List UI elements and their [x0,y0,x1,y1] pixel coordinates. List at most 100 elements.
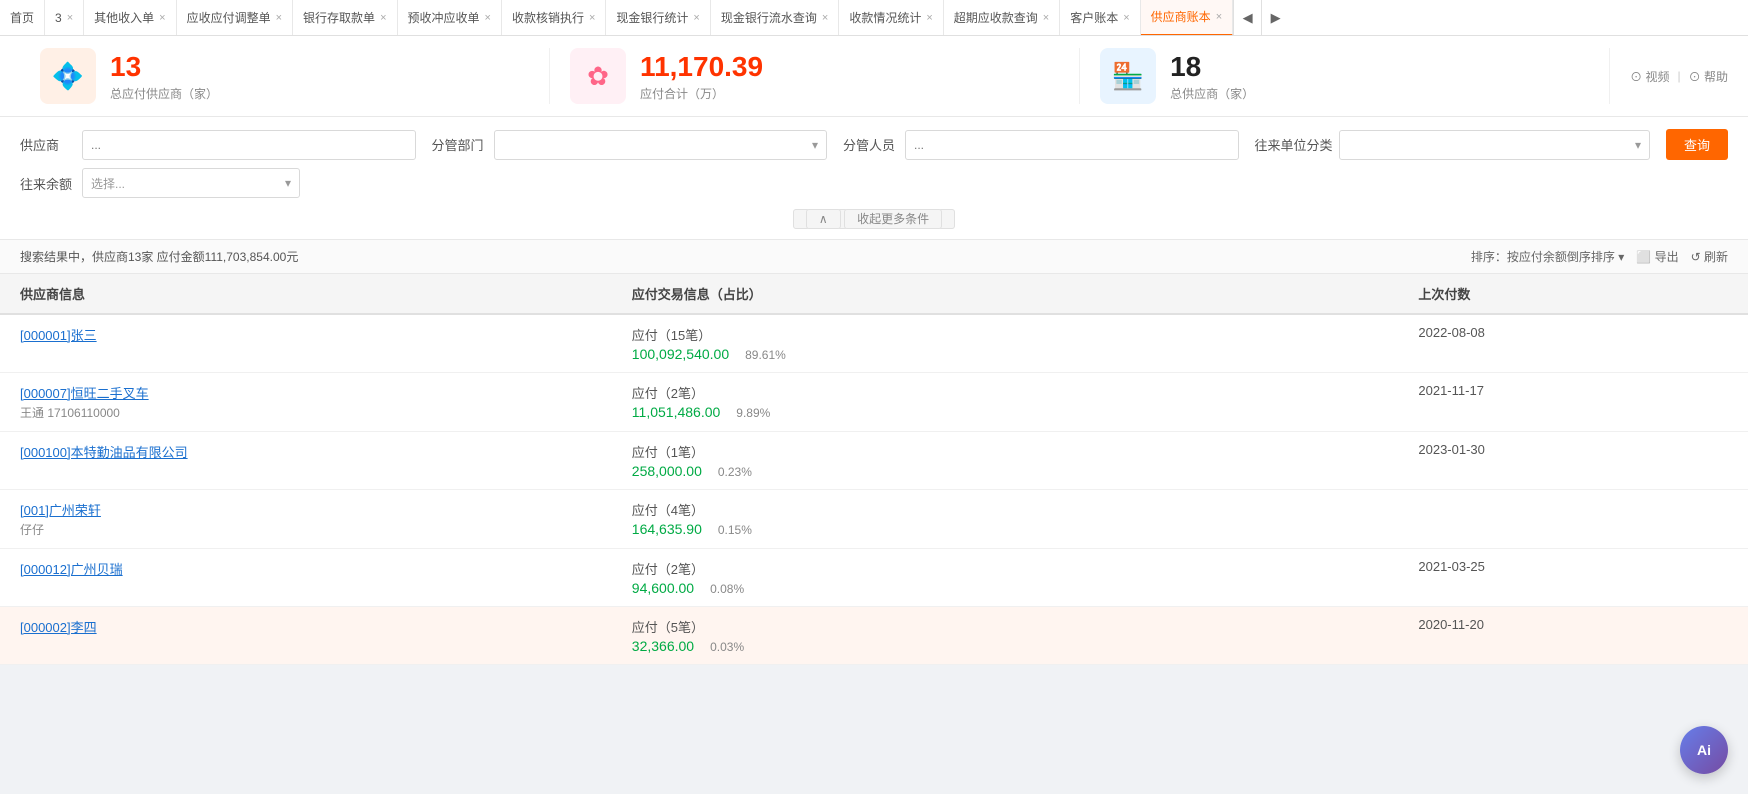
table-header: 供应商信息 应付交易信息（占比） 上次付数 [0,274,1748,314]
tx-amount: 94,600.00 [632,580,694,596]
supplier-table: 供应商信息 应付交易信息（占比） 上次付数 [000001]张三应付（15笔）1… [0,274,1748,665]
last-pay-cell: 2022-08-08 [1398,314,1748,373]
nav-tab-cash-bank-stat-close[interactable]: × [693,12,699,24]
table-row: [000002]李四应付（5笔）32,366.000.03%2020-11-20 [0,607,1748,665]
supplier-link[interactable]: [000002]李四 [20,620,97,635]
help-link[interactable]: ⊙ 帮助 [1689,68,1728,85]
nav-tab-overdue-ar-close[interactable]: × [1043,12,1049,24]
last-pay-cell: 2021-03-25 [1398,549,1748,607]
nav-tab-supplier-ledger-close[interactable]: × [1216,11,1222,23]
nav-scroll-left[interactable]: ◀ [1233,0,1261,36]
total-suppliers-text: 18 总供应商（家） [1170,50,1254,103]
nav-tab-collect-verify-close[interactable]: × [589,12,595,24]
nav-tab-other-income[interactable]: 其他收入单 × [84,0,176,36]
tx-pct: 89.61% [745,348,786,362]
tx-label: 应付（4笔） [632,500,1379,519]
nav-tab-ar-ap-adjust-close[interactable]: × [276,12,282,24]
supplier-filter-input[interactable] [82,130,416,160]
video-link[interactable]: ⊙ 视频 [1630,68,1669,85]
supplier-info-cell: [000100]本特勤油品有限公司 [0,432,612,490]
sort-chevron-icon: ▾ [1618,250,1624,264]
nav-tab-overdue-ar[interactable]: 超期应收款查询 × [944,0,1060,36]
tx-amount-row: 94,600.000.08% [632,580,1379,596]
tx-label: 应付（2笔） [632,559,1379,578]
query-button[interactable]: 查询 [1666,129,1728,160]
nav-tab-other-income-close[interactable]: × [159,12,165,24]
filter-row-1: 供应商 分管部门 ▾ 分管人员 往来单位分类 ▾ 查询 [20,129,1728,160]
nav-tab-3-label: 3 [55,11,62,25]
tx-amount: 164,635.90 [632,521,702,537]
summary-card-total-suppliers: 🏪 18 总供应商（家） [1080,48,1610,104]
nav-tab-supplier-ledger[interactable]: 供应商账本 × [1141,0,1233,36]
export-button[interactable]: ⬜ 导出 [1636,248,1678,265]
nav-tab-cash-bank-flow[interactable]: 现金银行流水查询 × [711,0,839,36]
nav-tab-cash-bank-stat[interactable]: 现金银行统计 × [606,0,710,36]
supplier-link[interactable]: [000012]广州贝瑞 [20,562,123,577]
nav-tab-home[interactable]: 首页 [0,0,45,36]
total-suppliers-number: 18 [1170,50,1254,84]
results-right-actions: 排序：按应付余额倒序排序 ▾ ⬜ 导出 ↺ 刷新 [1471,248,1728,265]
nav-tab-collect-stat-close[interactable]: × [926,12,932,24]
supplier-info-cell: [000002]李四 [0,607,612,665]
filter-supplier: 供应商 [20,130,416,160]
ai-button-label: Ai [1697,742,1711,758]
nav-tab-bank-deposit[interactable]: 银行存取款单 × [293,0,397,36]
ai-button[interactable]: Ai [1680,726,1728,774]
balance-filter-select[interactable]: 选择... ▾ [82,168,300,198]
supplier-link[interactable]: [001]广州荣轩 [20,503,101,518]
tx-info-cell: 应付（15笔）100,092,540.0089.61% [612,314,1399,373]
nav-tab-3[interactable]: 3 × [45,0,84,36]
nav-tab-3-close[interactable]: × [67,12,73,24]
nav-tab-prepay-offset[interactable]: 预收冲应收单 × [398,0,502,36]
nav-tab-collect-stat[interactable]: 收款情况统计 × [839,0,943,36]
supplier-filter-label: 供应商 [20,135,76,154]
nav-tab-cash-bank-flow-close[interactable]: × [822,12,828,24]
sort-button[interactable]: 排序：按应付余额倒序排序 ▾ [1471,248,1624,265]
payable-suppliers-label: 总应付供应商（家） [110,85,218,102]
supplier-link[interactable]: [000007]恒旺二手叉车 [20,386,149,401]
tx-info-cell: 应付（2笔）11,051,486.009.89% [612,373,1399,432]
nav-tab-ar-ap-adjust-label: 应收应付调整单 [187,9,271,26]
filter-category: 往来单位分类 ▾ [1255,130,1651,160]
nav-tab-other-income-label: 其他收入单 [94,9,154,26]
nav-tab-customer-ledger-label: 客户账本 [1070,9,1118,26]
refresh-button[interactable]: ↺ 刷新 [1691,248,1728,265]
supplier-link[interactable]: [000001]张三 [20,328,97,343]
category-filter-select[interactable]: ▾ [1339,130,1650,160]
filter-section: 供应商 分管部门 ▾ 分管人员 往来单位分类 ▾ 查询 往来余额 选择 [0,117,1748,240]
payable-suppliers-text: 13 总应付供应商（家） [110,50,218,103]
nav-tab-prepay-offset-close[interactable]: × [485,12,491,24]
dept-filter-label: 分管部门 [432,135,488,154]
tx-amount: 32,366.00 [632,638,694,654]
table-body: [000001]张三应付（15笔）100,092,540.0089.61%202… [0,314,1748,665]
nav-scroll-right[interactable]: ▶ [1261,0,1289,36]
collapse-bar[interactable]: ∧ 收起更多条件 [20,206,1728,231]
last-pay-cell: 2021-11-17 [1398,373,1748,432]
tx-amount: 100,092,540.00 [632,346,729,362]
results-bar: 搜索结果中，供应商13家 应付金额111,703,854.00元 排序：按应付余… [0,240,1748,274]
tx-amount: 258,000.00 [632,463,702,479]
total-payable-icon: ✿ [570,48,626,104]
dept-filter-select[interactable]: ▾ [494,130,828,160]
nav-tab-customer-ledger[interactable]: 客户账本 × [1060,0,1140,36]
person-filter-input[interactable] [905,130,1239,160]
nav-tab-ar-ap-adjust[interactable]: 应收应付调整单 × [177,0,293,36]
results-summary-text: 搜索结果中，供应商13家 应付金额111,703,854.00元 [20,248,298,265]
summary-bar: 💠 13 总应付供应商（家） ✿ 11,170.39 应付合计（万） 🏪 18 … [0,36,1748,117]
tx-amount-row: 258,000.000.23% [632,463,1379,479]
total-suppliers-icon: 🏪 [1100,48,1156,104]
tx-amount-row: 32,366.000.03% [632,638,1379,654]
export-icon: ⬜ [1636,250,1651,264]
last-pay-cell: 2023-01-30 [1398,432,1748,490]
nav-tab-bank-deposit-close[interactable]: × [380,12,386,24]
col-header-supplier-info: 供应商信息 [0,274,612,314]
col-header-last-pay: 上次付数 [1398,274,1748,314]
collapse-up-icon: ∧ [806,209,841,229]
supplier-link[interactable]: [000100]本特勤油品有限公司 [20,445,188,460]
tx-amount-row: 164,635.900.15% [632,521,1379,537]
table-row: [000012]广州贝瑞 应付（2笔） 94,600.000.08% 2021-03-… [0,549,1748,607]
nav-tab-customer-ledger-close[interactable]: × [1123,12,1129,24]
data-table-wrap: 供应商信息 应付交易信息（占比） 上次付数 [000001]张三应付（15笔）1… [0,274,1748,665]
nav-tab-collect-verify[interactable]: 收款核销执行 × [502,0,606,36]
sort-label: 排序：按应付余额倒序排序 [1471,250,1615,264]
